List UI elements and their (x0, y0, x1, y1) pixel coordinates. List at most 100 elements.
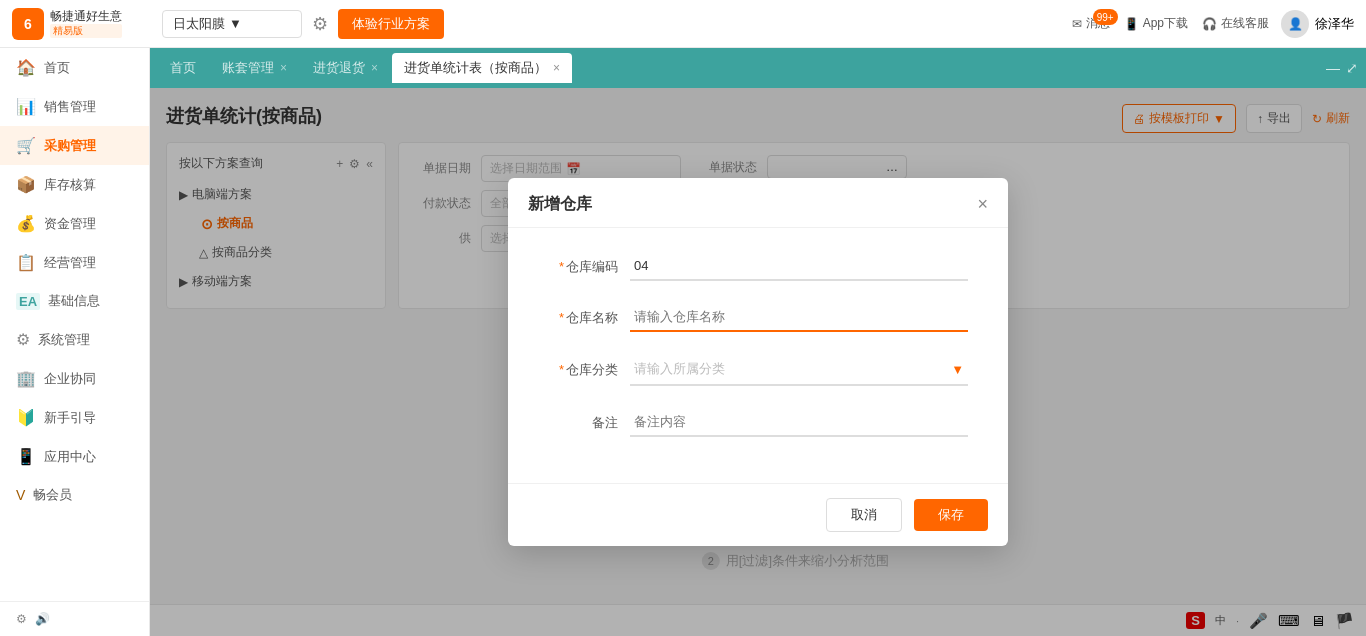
tab-returns[interactable]: 进货退货 × (301, 53, 390, 83)
sidebar-item-apps[interactable]: 📱 应用中心 (0, 437, 149, 476)
finance-icon: 💰 (16, 214, 36, 233)
modal-overlay: 新增仓库 × *仓库编码 (150, 88, 1366, 636)
main-layout: 🏠 首页 📊 销售管理 🛒 采购管理 📦 库存核算 💰 资金管理 📋 经营管理 … (0, 48, 1366, 636)
modal-header: 新增仓库 × (508, 178, 1008, 228)
inventory-icon: 📦 (16, 175, 36, 194)
content-area: 首页 账套管理 × 进货退货 × 进货单统计表（按商品） × — ⤢ 进货单统计… (150, 48, 1366, 636)
avatar: 👤 (1281, 10, 1309, 38)
user-area[interactable]: 👤 徐泽华 (1281, 10, 1354, 38)
sidebar-item-inventory[interactable]: 📦 库存核算 (0, 165, 149, 204)
sidebar-label-apps: 应用中心 (44, 448, 96, 466)
vip-icon: V (16, 487, 25, 503)
tab-returns-label: 进货退货 (313, 59, 365, 77)
message-icon-item[interactable]: ✉ 消息 99+ (1072, 15, 1110, 32)
sidebar-label-vip: 畅会员 (33, 486, 72, 504)
mobile-icon: 📱 (1124, 17, 1139, 31)
gear-icon[interactable]: ⚙ (312, 13, 328, 35)
sidebar-bottom: ⚙ 🔊 (0, 601, 149, 636)
topbar: 6 畅捷通好生意 精易版 日太阳膜 ▼ ⚙ 体验行业方案 ✉ 消息 99+ 📱 … (0, 0, 1366, 48)
user-name: 徐泽华 (1315, 15, 1354, 33)
tab-accounts-close[interactable]: × (280, 61, 287, 75)
service-item[interactable]: 🎧 在线客服 (1202, 15, 1269, 32)
tab-bar: 首页 账套管理 × 进货退货 × 进货单统计表（按商品） × — ⤢ (150, 48, 1366, 88)
store-selector[interactable]: 日太阳膜 ▼ (162, 10, 302, 38)
name-label: *仓库名称 (548, 309, 618, 327)
system-icon: ⚙ (16, 330, 30, 349)
category-label: *仓库分类 (548, 361, 618, 379)
tab-stats-label: 进货单统计表（按商品） (404, 59, 547, 77)
warehouse-code-input[interactable] (630, 252, 968, 281)
enterprise-icon: 🏢 (16, 369, 36, 388)
warehouse-remark-input[interactable] (630, 408, 968, 437)
home-icon: 🏠 (16, 58, 36, 77)
service-label: 在线客服 (1221, 15, 1269, 32)
tab-returns-close[interactable]: × (371, 61, 378, 75)
settings-bottom-icon[interactable]: ⚙ (16, 612, 27, 626)
sidebar-item-enterprise[interactable]: 🏢 企业协同 (0, 359, 149, 398)
sidebar-label-business: 经营管理 (44, 254, 96, 272)
tab-minimize-icon[interactable]: — (1326, 60, 1340, 76)
purchase-icon: 🛒 (16, 136, 36, 155)
tab-stats[interactable]: 进货单统计表（按商品） × (392, 53, 572, 83)
sidebar-label-guide: 新手引导 (44, 409, 96, 427)
category-dropdown-icon: ▼ (951, 362, 964, 377)
logo-badge: 精易版 (50, 24, 122, 38)
remark-label: 备注 (548, 414, 618, 432)
modal-body: *仓库编码 *仓库名称 (508, 228, 1008, 483)
app-download-item[interactable]: 📱 App下载 (1124, 15, 1188, 32)
tab-controls: — ⤢ (1326, 60, 1358, 76)
modal-close-icon[interactable]: × (977, 194, 988, 215)
sidebar-label-purchase: 采购管理 (44, 137, 96, 155)
logo-area: 6 畅捷通好生意 精易版 (12, 8, 152, 40)
speaker-bottom-icon[interactable]: 🔊 (35, 612, 50, 626)
tab-expand-icon[interactable]: ⤢ (1346, 60, 1358, 76)
form-row-category: *仓库分类 请输入所属分类 ▼ (548, 354, 968, 386)
form-row-code: *仓库编码 (548, 252, 968, 281)
sidebar-label-finance: 资金管理 (44, 215, 96, 233)
business-icon: 📋 (16, 253, 36, 272)
tab-home[interactable]: 首页 (158, 53, 208, 83)
apps-icon: 📱 (16, 447, 36, 466)
sidebar: 🏠 首页 📊 销售管理 🛒 采购管理 📦 库存核算 💰 资金管理 📋 经营管理 … (0, 48, 150, 636)
warehouse-category-select[interactable]: 请输入所属分类 ▼ (630, 354, 968, 386)
cancel-button[interactable]: 取消 (826, 498, 902, 532)
sidebar-item-home[interactable]: 🏠 首页 (0, 48, 149, 87)
modal-footer: 取消 保存 (508, 483, 1008, 546)
tab-stats-close[interactable]: × (553, 61, 560, 75)
tab-home-label: 首页 (170, 59, 196, 77)
sidebar-item-vip[interactable]: V 畅会员 (0, 476, 149, 514)
sidebar-item-sales[interactable]: 📊 销售管理 (0, 87, 149, 126)
headset-icon: 🎧 (1202, 17, 1217, 31)
basic-icon: EA (16, 293, 40, 310)
sidebar-label-sales: 销售管理 (44, 98, 96, 116)
tab-accounts-label: 账套管理 (222, 59, 274, 77)
save-button[interactable]: 保存 (914, 499, 988, 531)
sidebar-item-finance[interactable]: 💰 资金管理 (0, 204, 149, 243)
app-label: App下载 (1143, 15, 1188, 32)
sidebar-label-enterprise: 企业协同 (44, 370, 96, 388)
sidebar-label-basic: 基础信息 (48, 292, 100, 310)
sidebar-item-basic[interactable]: EA 基础信息 (0, 282, 149, 320)
sidebar-item-system[interactable]: ⚙ 系统管理 (0, 320, 149, 359)
form-row-name: *仓库名称 (548, 303, 968, 332)
logo-text: 畅捷通好生意 (50, 9, 122, 25)
sales-icon: 📊 (16, 97, 36, 116)
warehouse-name-input[interactable] (630, 303, 968, 332)
message-badge: 99+ (1093, 9, 1118, 25)
form-row-remark: 备注 (548, 408, 968, 437)
sidebar-item-business[interactable]: 📋 经营管理 (0, 243, 149, 282)
modal-add-warehouse: 新增仓库 × *仓库编码 (508, 178, 1008, 546)
page-content: 进货单统计(按商品) 🖨 按模板打印 ▼ ↑ 导出 ↻ 刷新 (150, 88, 1366, 636)
message-icon: ✉ (1072, 17, 1082, 31)
sidebar-item-guide[interactable]: 🔰 新手引导 (0, 398, 149, 437)
code-label: *仓库编码 (548, 258, 618, 276)
sidebar-label-system: 系统管理 (38, 331, 90, 349)
tab-accounts[interactable]: 账套管理 × (210, 53, 299, 83)
modal-title: 新增仓库 (528, 194, 592, 215)
logo-icon: 6 (12, 8, 44, 40)
sidebar-label-home: 首页 (44, 59, 70, 77)
sidebar-label-inventory: 库存核算 (44, 176, 96, 194)
topbar-actions: ✉ 消息 99+ 📱 App下载 🎧 在线客服 👤 徐泽华 (1072, 10, 1354, 38)
trial-button[interactable]: 体验行业方案 (338, 9, 444, 39)
sidebar-item-purchase[interactable]: 🛒 采购管理 (0, 126, 149, 165)
